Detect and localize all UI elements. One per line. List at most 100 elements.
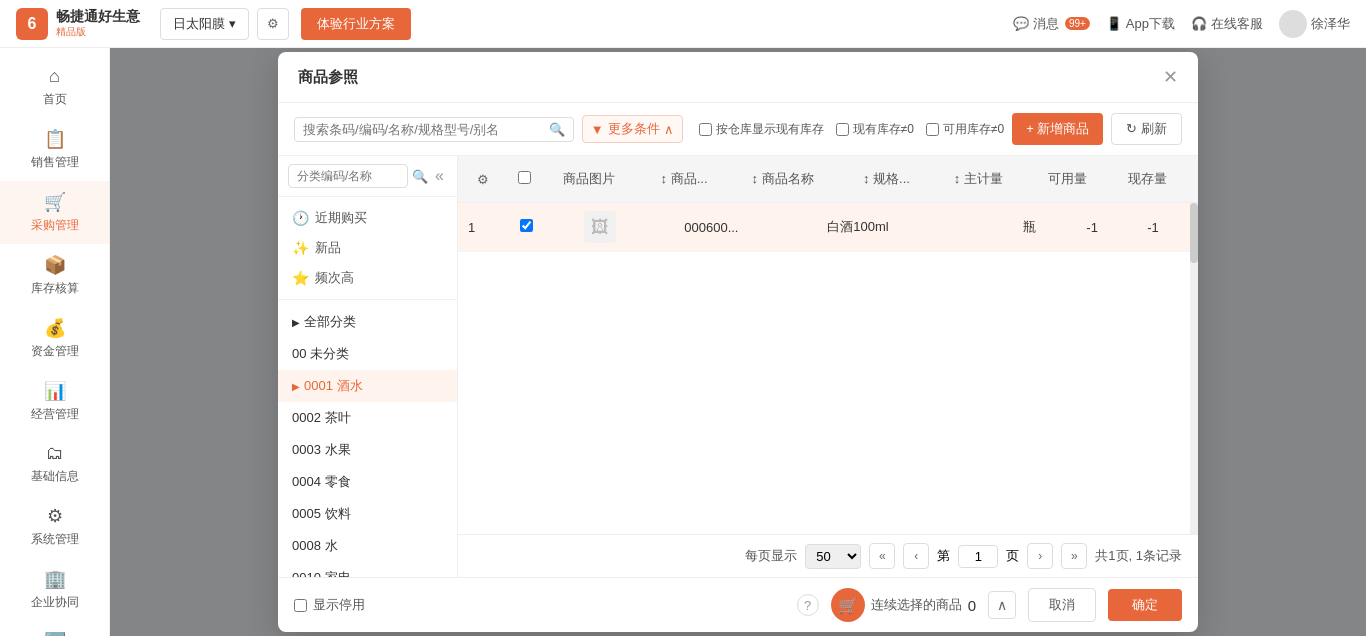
confirm-button[interactable]: 确定	[1108, 589, 1182, 621]
show-disabled-label[interactable]: 显示停用	[294, 596, 365, 614]
th-code[interactable]: ↕ 商品...	[651, 156, 742, 203]
category-0010[interactable]: 0010 家电	[278, 562, 457, 577]
category-0008[interactable]: 0008 水	[278, 530, 457, 562]
quick-link-new[interactable]: ✨ 新品	[278, 233, 457, 263]
scrollbar-track	[1190, 203, 1198, 534]
th-unit-label: ↕ 主计量	[954, 170, 1003, 188]
sidebar-item-label: 系统管理	[31, 531, 79, 548]
sidebar-item-sales[interactable]: 📋 销售管理	[0, 118, 109, 181]
collapse-footer-button[interactable]: ∧	[988, 591, 1016, 619]
experience-button[interactable]: 体验行业方案	[301, 8, 411, 40]
category-0003[interactable]: 0003 水果	[278, 434, 457, 466]
sidebar-item-finance[interactable]: 💰 资金管理	[0, 307, 109, 370]
category-search-icon[interactable]: 🔍	[412, 169, 428, 184]
cancel-button[interactable]: 取消	[1028, 588, 1096, 622]
category-label: 0003 水果	[292, 441, 351, 459]
finance-icon: 💰	[44, 317, 66, 339]
quick-link-frequent-label: 频次高	[315, 269, 354, 287]
arrow-right-icon: ▶	[292, 381, 300, 392]
check-stock-nonzero-item[interactable]: 现有库存≠0	[836, 121, 914, 138]
help-icon[interactable]: ?	[797, 594, 819, 616]
check-available-nonzero-label: 可用库存≠0	[943, 121, 1004, 138]
check-warehouse-label: 按仓库显示现有库存	[716, 121, 824, 138]
show-disabled-checkbox[interactable]	[294, 599, 307, 612]
settings-icon[interactable]: ⚙	[468, 164, 498, 194]
category-0001[interactable]: ▶ 0001 酒水	[278, 370, 457, 402]
sidebar-item-base[interactable]: 🗂 基础信息	[0, 433, 109, 495]
table-scroll[interactable]: 1 🖼 000600... 白酒100ml	[458, 203, 1198, 534]
category-00[interactable]: 00 未分类	[278, 338, 457, 370]
check-stock-nonzero-label: 现有库存≠0	[853, 121, 914, 138]
sidebar-item-operations[interactable]: 📊 经营管理	[0, 370, 109, 433]
scrollbar-thumb[interactable]	[1190, 203, 1198, 263]
modal-overlay: 商品参照 ✕ 🔍 ▼ 更多条件 ∧	[110, 48, 1366, 636]
th-checkbox	[508, 156, 553, 203]
search-input-wrap[interactable]: 🔍	[294, 117, 574, 142]
sales-icon: 📋	[44, 128, 66, 150]
system-icon: ⚙	[47, 505, 63, 527]
sidebar-item-guide[interactable]: 🆕 新手引导	[0, 621, 109, 636]
app-download-item[interactable]: 📱 App下载	[1106, 15, 1175, 33]
modal-body: 🔍 « 🕐 近期购买 ✨ 新品	[278, 156, 1198, 577]
search-input[interactable]	[303, 122, 545, 137]
check-available-nonzero[interactable]	[926, 123, 939, 136]
quick-link-recent[interactable]: 🕐 近期购买	[278, 203, 457, 233]
sidebar-item-inventory[interactable]: 📦 库存核算	[0, 244, 109, 307]
category-all[interactable]: ▶ 全部分类	[278, 306, 457, 338]
sidebar-item-label: 采购管理	[31, 217, 79, 234]
check-warehouse-item[interactable]: 按仓库显示现有库存	[699, 121, 824, 138]
last-page-button[interactable]: »	[1061, 543, 1087, 569]
sidebar-item-purchase[interactable]: 🛒 采购管理	[0, 181, 109, 244]
prev-page-button[interactable]: ‹	[903, 543, 929, 569]
more-conditions-button[interactable]: ▼ 更多条件 ∧	[582, 115, 683, 143]
category-0004[interactable]: 0004 零食	[278, 466, 457, 498]
new-icon: ✨	[292, 240, 309, 256]
chevron-down-icon: ▾	[229, 16, 236, 31]
category-0002[interactable]: 0002 茶叶	[278, 402, 457, 434]
sidebar-item-enterprise[interactable]: 🏢 企业协同	[0, 558, 109, 621]
th-available: 可用量	[1038, 156, 1118, 203]
row-checkbox[interactable]	[520, 219, 533, 232]
sidebar-item-home[interactable]: ⌂ 首页	[0, 56, 109, 118]
th-spec-label: ↕ 规格...	[863, 170, 910, 188]
nav-selector[interactable]: 日太阳膜 ▾	[160, 8, 249, 40]
page-number-input[interactable]	[958, 545, 998, 568]
td-thumb: 🖼	[574, 203, 674, 252]
category-search-input[interactable]	[288, 164, 408, 188]
messages-item[interactable]: 💬 消息 99+	[1013, 15, 1090, 33]
sidebar-item-system[interactable]: ⚙ 系统管理	[0, 495, 109, 558]
table-area: ⚙ 商品图片 ↕ 商品...	[458, 156, 1198, 577]
cart-icon[interactable]: 🛒	[831, 588, 865, 622]
table-row[interactable]: 1 🖼 000600... 白酒100ml	[458, 203, 1198, 252]
category-label: 0008 水	[292, 537, 338, 555]
message-icon: 💬	[1013, 16, 1029, 31]
add-product-button[interactable]: + 新增商品	[1012, 113, 1103, 145]
user-area[interactable]: 徐泽华	[1279, 10, 1350, 38]
category-label: 00 未分类	[292, 345, 349, 363]
th-name[interactable]: ↕ 商品名称	[741, 156, 853, 203]
online-service-label: 在线客服	[1211, 15, 1263, 33]
quick-links-area: 🕐 近期购买 ✨ 新品 ⭐ 频次高	[278, 197, 457, 300]
sidebar-item-label: 企业协同	[31, 594, 79, 611]
messages-label: 消息	[1033, 15, 1059, 33]
page-prefix-label: 第	[937, 547, 950, 565]
th-spec[interactable]: ↕ 规格...	[853, 156, 944, 203]
online-service-item[interactable]: 🎧 在线客服	[1191, 15, 1263, 33]
th-unit[interactable]: ↕ 主计量	[944, 156, 1038, 203]
collapse-category-button[interactable]: «	[432, 166, 447, 186]
check-warehouse[interactable]	[699, 123, 712, 136]
per-page-select[interactable]: 50 10 20 100	[805, 544, 861, 569]
gear-button[interactable]: ⚙	[257, 8, 289, 40]
select-all-checkbox[interactable]	[518, 171, 531, 184]
category-0005[interactable]: 0005 饮料	[278, 498, 457, 530]
next-page-button[interactable]: ›	[1027, 543, 1053, 569]
page-total-info: 共1页, 1条记录	[1095, 547, 1182, 565]
first-page-button[interactable]: «	[869, 543, 895, 569]
check-available-nonzero-item[interactable]: 可用库存≠0	[926, 121, 1004, 138]
quick-link-frequent[interactable]: ⭐ 频次高	[278, 263, 457, 293]
refresh-button[interactable]: ↻ 刷新	[1111, 113, 1182, 145]
content-area: 商品参照 ✕ 🔍 ▼ 更多条件 ∧	[110, 48, 1366, 636]
category-label: 0005 饮料	[292, 505, 351, 523]
modal-close-button[interactable]: ✕	[1163, 66, 1178, 88]
check-stock-nonzero[interactable]	[836, 123, 849, 136]
